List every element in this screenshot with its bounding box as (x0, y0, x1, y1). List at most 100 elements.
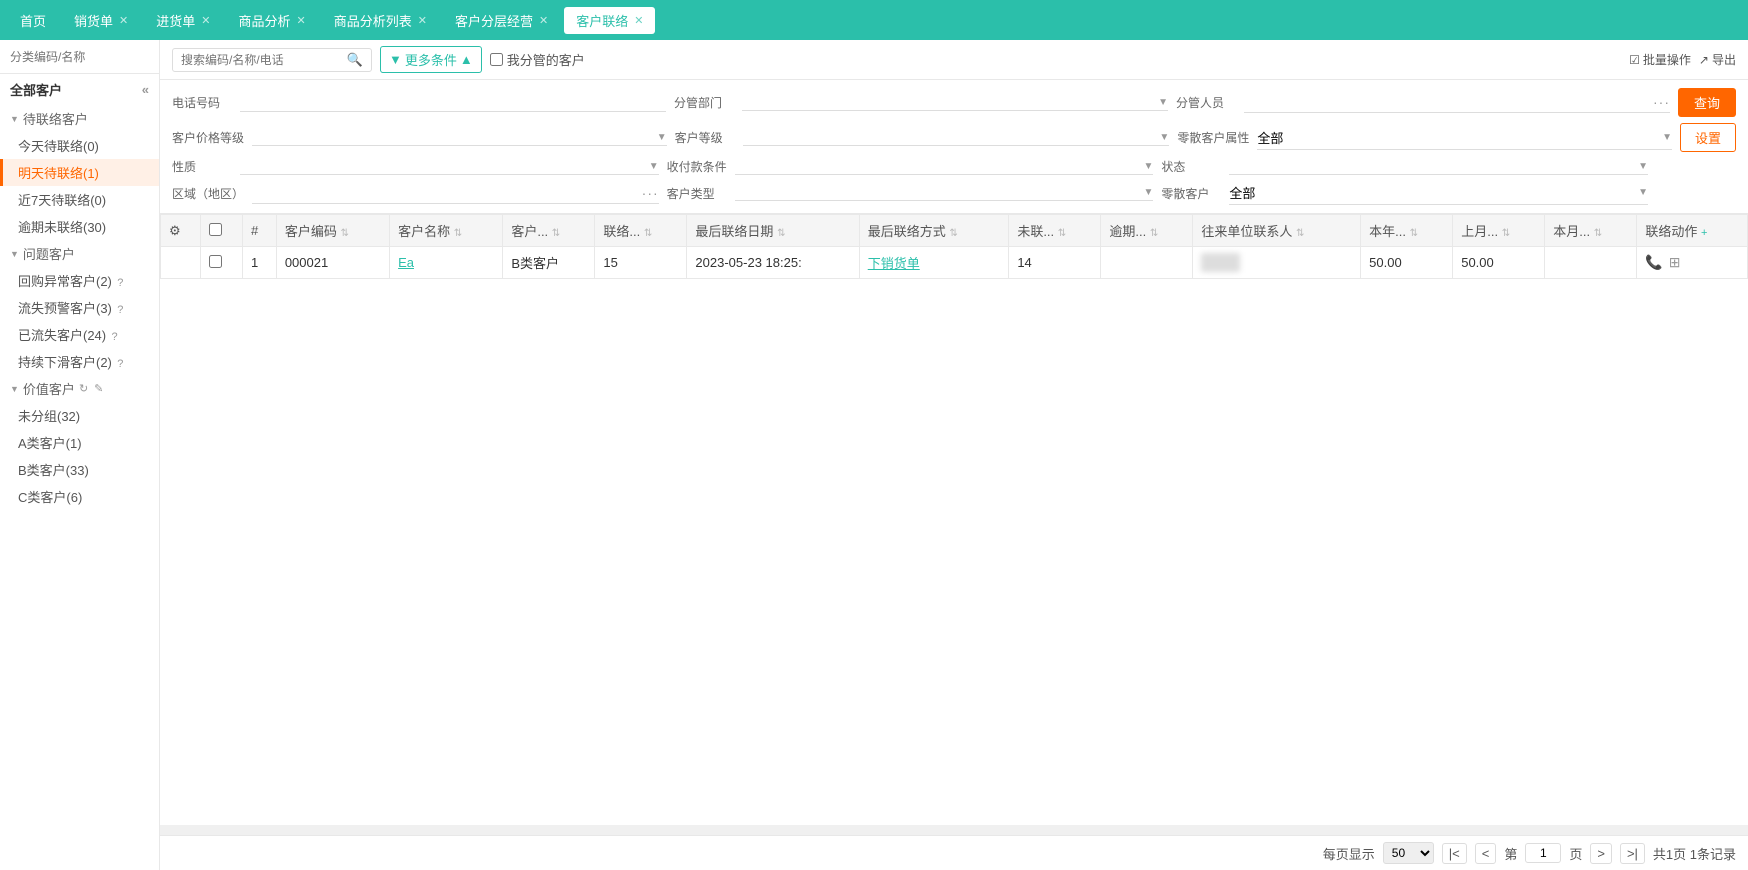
action-icons-group: 📞 ⊞ (1645, 254, 1739, 271)
sidebar-item-churned[interactable]: 已流失客户(24) ? (0, 321, 159, 348)
my-customers-check[interactable] (490, 53, 503, 66)
col-last-method[interactable]: 最后联络方式 ⇅ (859, 215, 1009, 247)
select-all-checkbox[interactable] (209, 223, 222, 236)
close-icon[interactable]: ✕ (297, 14, 306, 27)
close-icon[interactable]: ✕ (418, 14, 427, 27)
more-dots-icon: ··· (642, 185, 659, 201)
status-select[interactable]: ▼ (1229, 159, 1648, 175)
cell-last-method[interactable]: 下销货单 (859, 247, 1009, 279)
sidebar-search-area: 🔍 (0, 40, 159, 74)
per-page-select[interactable]: 50 100 200 (1383, 842, 1434, 864)
nav-customer-contact[interactable]: 客户联络 ✕ (564, 7, 655, 34)
col-this-year[interactable]: 本年... ⇅ (1361, 215, 1453, 247)
cell-name[interactable]: Ea (390, 247, 503, 279)
collapse-icon[interactable]: « (142, 82, 149, 97)
close-icon[interactable]: ✕ (119, 14, 128, 27)
filter-cell-customer-level: 客户等级 ▼ (675, 129, 1170, 146)
col-name[interactable]: 客户名称 ⇅ (390, 215, 503, 247)
sidebar-search-input[interactable] (10, 50, 160, 64)
dept-select[interactable]: ▼ (742, 95, 1168, 111)
table-header-row: ⚙ # 客户编码 ⇅ 客户名称 ⇅ 客户... ⇅ 联络... ⇅ 最后联络日期… (161, 215, 1748, 247)
sidebar-item-repurchase-abnormal[interactable]: 回购异常客户(2) ? (0, 267, 159, 294)
action-add-icon[interactable]: + (1701, 227, 1707, 239)
sidebar: 🔍 全部客户 « 待联络客户 今天待联络(0) 明天待联络(1) 近7天待联络(… (0, 40, 160, 870)
filter-cell-person: 分管人员 ··· (1176, 92, 1670, 113)
col-this-month[interactable]: 本月... ⇅ (1545, 215, 1637, 247)
main-search-input[interactable] (181, 53, 347, 67)
query-button[interactable]: 查询 (1678, 88, 1736, 117)
sidebar-item-today[interactable]: 今天待联络(0) (0, 132, 159, 159)
search-box: 🔍 (172, 48, 372, 72)
sidebar-group-value: 价值客户 ↻ ✎ (0, 375, 159, 402)
cell-unit-contact: 人员名 (1193, 247, 1361, 279)
close-icon[interactable]: ✕ (539, 14, 548, 27)
retail-customer-select[interactable]: 全部 ▼ (1229, 181, 1648, 205)
sidebar-item-tomorrow[interactable]: 明天待联络(1) (0, 159, 159, 186)
nature-select[interactable]: ▼ (240, 159, 659, 175)
nav-home[interactable]: 首页 (8, 7, 58, 34)
col-not-contacted[interactable]: 未联... ⇅ (1009, 215, 1101, 247)
close-icon[interactable]: ✕ (634, 14, 643, 27)
person-select[interactable]: ··· (1244, 92, 1670, 113)
refresh-icon[interactable]: ↻ (79, 382, 88, 395)
sidebar-item-declining[interactable]: 持续下滑客户(2) ? (0, 348, 159, 375)
sidebar-item-class-b[interactable]: B类客户(33) (0, 456, 159, 483)
phone-action-icon[interactable]: 📞 (1645, 254, 1662, 271)
close-icon[interactable]: ✕ (201, 14, 210, 27)
nav-product-analysis[interactable]: 商品分析 ✕ (226, 7, 317, 34)
nav-purchase-order[interactable]: 进货单 ✕ (144, 7, 222, 34)
customer-level-select[interactable]: ▼ (743, 130, 1170, 146)
price-level-select[interactable]: ▼ (252, 130, 667, 146)
phone-input[interactable] (240, 93, 666, 112)
filter-icon: ▼ (389, 52, 402, 67)
filter-row-2: 客户价格等级 ▼ 客户等级 ▼ 零散客户属性 全部 ▼ (172, 123, 1736, 152)
h-scrollbar[interactable] (160, 825, 1748, 835)
sidebar-item-class-c[interactable]: C类客户(6) (0, 483, 159, 510)
edit-icon[interactable]: ✎ (94, 382, 103, 395)
col-last-month[interactable]: 上月... ⇅ (1453, 215, 1545, 247)
col-level[interactable]: 客户... ⇅ (503, 215, 595, 247)
col-contacts[interactable]: 联络... ⇅ (595, 215, 687, 247)
col-overdue[interactable]: 逾期... ⇅ (1101, 215, 1193, 247)
page-label: 第 (1504, 844, 1517, 863)
page-input[interactable] (1525, 843, 1561, 863)
filter-cell-retail-customer: 零散客户 全部 ▼ (1161, 181, 1648, 205)
next-page-btn[interactable]: > (1590, 843, 1612, 864)
col-last-date[interactable]: 最后联络日期 ⇅ (687, 215, 859, 247)
filter-row-3: 性质 ▼ 收付款条件 ▼ 状态 ▼ (172, 158, 1736, 175)
settings-button[interactable]: 设置 (1680, 123, 1736, 152)
nav-customer-segment[interactable]: 客户分层经营 ✕ (443, 7, 560, 34)
grid-action-icon[interactable]: ⊞ (1669, 254, 1681, 271)
sidebar-item-overdue[interactable]: 逾期未联络(30) (0, 213, 159, 240)
col-settings[interactable]: ⚙ (161, 215, 201, 247)
region-select[interactable]: ··· (252, 183, 659, 204)
sidebar-item-churn-warning[interactable]: 流失预警客户(3) ? (0, 294, 159, 321)
col-code[interactable]: 客户编码 ⇅ (276, 215, 389, 247)
all-customers-header: 全部客户 « (0, 74, 159, 105)
last-page-btn[interactable]: >| (1620, 843, 1645, 864)
nav-sales-order[interactable]: 销货单 ✕ (62, 7, 140, 34)
table-row: 1 000021 Ea B类客户 15 2023-05-23 18:25: 下销… (161, 247, 1748, 279)
export-icon: ↗ (1699, 53, 1709, 67)
chevron-up-icon: ▲ (460, 52, 473, 67)
sidebar-item-class-a[interactable]: A类客户(1) (0, 429, 159, 456)
row-checkbox[interactable] (209, 255, 222, 268)
main-layout: 🔍 全部客户 « 待联络客户 今天待联络(0) 明天待联络(1) 近7天待联络(… (0, 40, 1748, 870)
sidebar-item-ungrouped[interactable]: 未分组(32) (0, 402, 159, 429)
first-page-btn[interactable]: |< (1442, 843, 1467, 864)
filter-bar: 🔍 ▼ 更多条件 ▲ 我分管的客户 ☑ 批量操作 ↗ 导出 (160, 40, 1748, 80)
cell-code: 000021 (276, 247, 389, 279)
chevron-down-icon: ▼ (1662, 132, 1672, 143)
nav-product-analysis-list[interactable]: 商品分析列表 ✕ (322, 7, 439, 34)
prev-page-btn[interactable]: < (1475, 843, 1497, 864)
export-btn[interactable]: ↗ 导出 (1699, 51, 1736, 68)
sidebar-item-week7[interactable]: 近7天待联络(0) (0, 186, 159, 213)
payment-select[interactable]: ▼ (735, 159, 1154, 175)
customer-type-select[interactable]: ▼ (735, 185, 1154, 201)
more-conditions-btn[interactable]: ▼ 更多条件 ▲ (380, 46, 482, 73)
my-customers-checkbox[interactable]: 我分管的客户 (490, 50, 585, 69)
col-unit-contact[interactable]: 往来单位联系人 ⇅ (1193, 215, 1361, 247)
retail-attr-select[interactable]: 全部 ▼ (1257, 126, 1672, 150)
batch-ops-btn[interactable]: ☑ 批量操作 (1629, 51, 1691, 68)
main-search-icon[interactable]: 🔍 (347, 52, 363, 68)
